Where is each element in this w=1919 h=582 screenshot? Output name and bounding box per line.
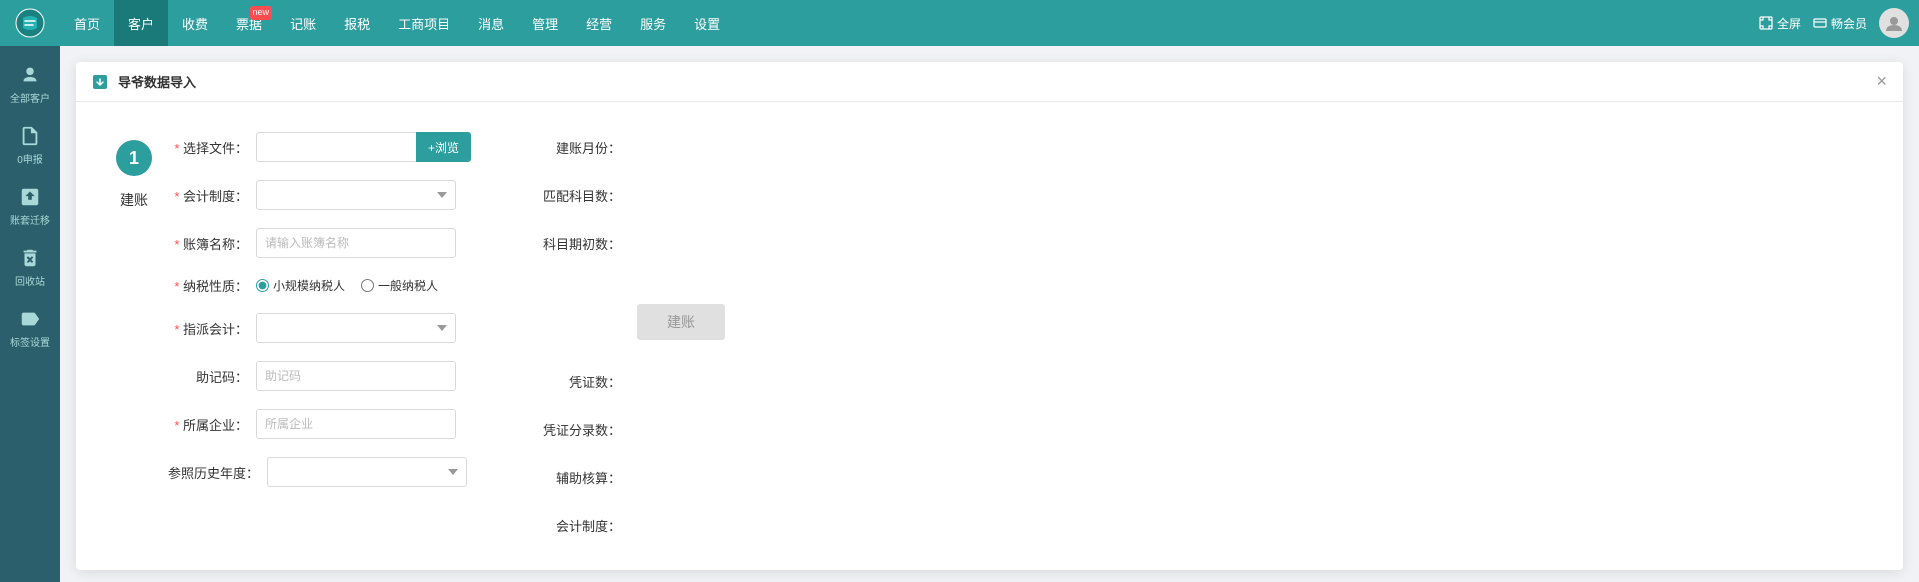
dialog-header: 导爷数据导入 bbox=[76, 62, 1903, 102]
history-label: 参照历史年度： bbox=[168, 463, 259, 482]
history-select[interactable] bbox=[267, 457, 467, 487]
memo-input[interactable] bbox=[256, 361, 456, 391]
nav-item-management[interactable]: 管理 bbox=[518, 0, 572, 46]
accountant-label: 指派会计： bbox=[168, 319, 248, 338]
form-section: 选择文件： +浏览 会计制度： bbox=[168, 132, 471, 487]
step-label: 建账 bbox=[120, 190, 148, 210]
nav-item-home[interactable]: 首页 bbox=[60, 0, 114, 46]
nav-item-customer[interactable]: 客户 bbox=[114, 0, 168, 46]
form-row-file: 选择文件： +浏览 bbox=[168, 132, 471, 162]
nav-item-message[interactable]: 消息 bbox=[464, 0, 518, 46]
ledger-label: 账簿名称： bbox=[168, 234, 248, 253]
tax-label: 纳税性质： bbox=[168, 276, 248, 295]
info-row-aux: 辅助核算： bbox=[531, 462, 831, 492]
sidebar-item-account-migration[interactable]: 账套迁移 bbox=[0, 176, 60, 237]
dialog-body: 1 建账 选择文件： +浏览 会计制度： bbox=[76, 102, 1903, 570]
nav-item-operation[interactable]: 经营 bbox=[572, 0, 626, 46]
info-row-voucher: 凭证数： bbox=[531, 366, 831, 396]
memo-label: 助记码： bbox=[168, 367, 248, 386]
voucher-entries-label: 凭证分录数： bbox=[531, 420, 621, 439]
info-row-accounting-system: 会计制度： bbox=[531, 510, 831, 540]
form-row-history: 参照历史年度： bbox=[168, 457, 471, 487]
user-avatar[interactable] bbox=[1879, 8, 1909, 38]
sidebar-item-tag-settings[interactable]: 标签设置 bbox=[0, 298, 60, 359]
dialog-import: 导爷数据导入 × 1 建账 选择文件： +浏览 bbox=[76, 62, 1903, 570]
browse-button[interactable]: +浏览 bbox=[416, 132, 471, 162]
form-row-company: 所属企业： bbox=[168, 409, 471, 439]
voucher-label: 凭证数： bbox=[531, 372, 621, 391]
step-number: 1 bbox=[116, 140, 152, 176]
sidebar: 全部客户 0申报 账套迁移 回收站 标签设置 bbox=[0, 46, 60, 582]
app-logo bbox=[10, 3, 50, 43]
info-row-period: 科目期初数： bbox=[531, 228, 831, 258]
nav-item-billing[interactable]: 收费 bbox=[168, 0, 222, 46]
info-row-month: 建账月份： bbox=[531, 132, 831, 162]
import-icon bbox=[92, 73, 112, 90]
nav-item-invoice[interactable]: 票据 new bbox=[222, 0, 276, 46]
form-row-accounting: 会计制度： bbox=[168, 180, 471, 210]
form-row-accountant: 指派会计： bbox=[168, 313, 471, 343]
dialog-title: 导爷数据导入 bbox=[118, 72, 196, 91]
dialog-close-button[interactable]: × bbox=[1876, 72, 1887, 90]
tax-radio-group: 小规模纳税人 一般纳税人 bbox=[256, 277, 438, 294]
sidebar-item-all-customers[interactable]: 全部客户 bbox=[0, 54, 60, 115]
sidebar-item-recycle[interactable]: 回收站 bbox=[0, 237, 60, 298]
new-badge: new bbox=[250, 6, 273, 20]
match-label: 匹配科目数： bbox=[531, 186, 621, 205]
info-row-voucher-entries: 凭证分录数： bbox=[531, 414, 831, 444]
accounting-system-label: 会计制度： bbox=[531, 516, 621, 535]
company-input[interactable] bbox=[256, 409, 456, 439]
tax-option-general[interactable]: 一般纳税人 bbox=[361, 277, 438, 294]
form-row-memo: 助记码： bbox=[168, 361, 471, 391]
nav-right-section: 全屏 畅会员 bbox=[1759, 8, 1909, 38]
nav-item-service[interactable]: 服务 bbox=[626, 0, 680, 46]
aux-label: 辅助核算： bbox=[531, 468, 621, 487]
nav-item-tax[interactable]: 报税 bbox=[330, 0, 384, 46]
nav-item-account[interactable]: 记账 bbox=[276, 0, 330, 46]
file-input[interactable] bbox=[256, 132, 416, 162]
top-navigation: 首页 客户 收费 票据 new 记账 报税 工商项目 消息 管理 经营 服务 设… bbox=[0, 0, 1919, 46]
company-label: 所属企业： bbox=[168, 415, 248, 434]
month-label: 建账月份： bbox=[531, 138, 621, 157]
nav-item-business[interactable]: 工商项目 bbox=[384, 0, 464, 46]
ledger-input[interactable] bbox=[256, 228, 456, 258]
form-row-tax: 纳税性质： 小规模纳税人 一般纳税人 bbox=[168, 276, 471, 295]
period-label: 科目期初数： bbox=[531, 234, 621, 253]
build-account-button[interactable]: 建账 bbox=[637, 304, 725, 340]
file-input-group: +浏览 bbox=[256, 132, 471, 162]
nav-item-settings[interactable]: 设置 bbox=[680, 0, 734, 46]
info-row-match: 匹配科目数： bbox=[531, 180, 831, 210]
accountant-select[interactable] bbox=[256, 313, 456, 343]
accounting-select[interactable] bbox=[256, 180, 456, 210]
main-content: 导爷数据导入 × 1 建账 选择文件： +浏览 bbox=[60, 46, 1919, 582]
fullscreen-button[interactable]: 全屏 bbox=[1759, 15, 1801, 32]
accounting-label: 会计制度： bbox=[168, 186, 248, 205]
tax-option-small[interactable]: 小规模纳税人 bbox=[256, 277, 345, 294]
vip-button[interactable]: 畅会员 bbox=[1813, 15, 1867, 32]
sidebar-item-declaration[interactable]: 0申报 bbox=[0, 115, 60, 176]
info-section: 建账月份： 匹配科目数： 科目期初数： 建账 bbox=[531, 132, 831, 540]
form-row-ledger: 账簿名称： bbox=[168, 228, 471, 258]
file-label: 选择文件： bbox=[168, 138, 248, 157]
